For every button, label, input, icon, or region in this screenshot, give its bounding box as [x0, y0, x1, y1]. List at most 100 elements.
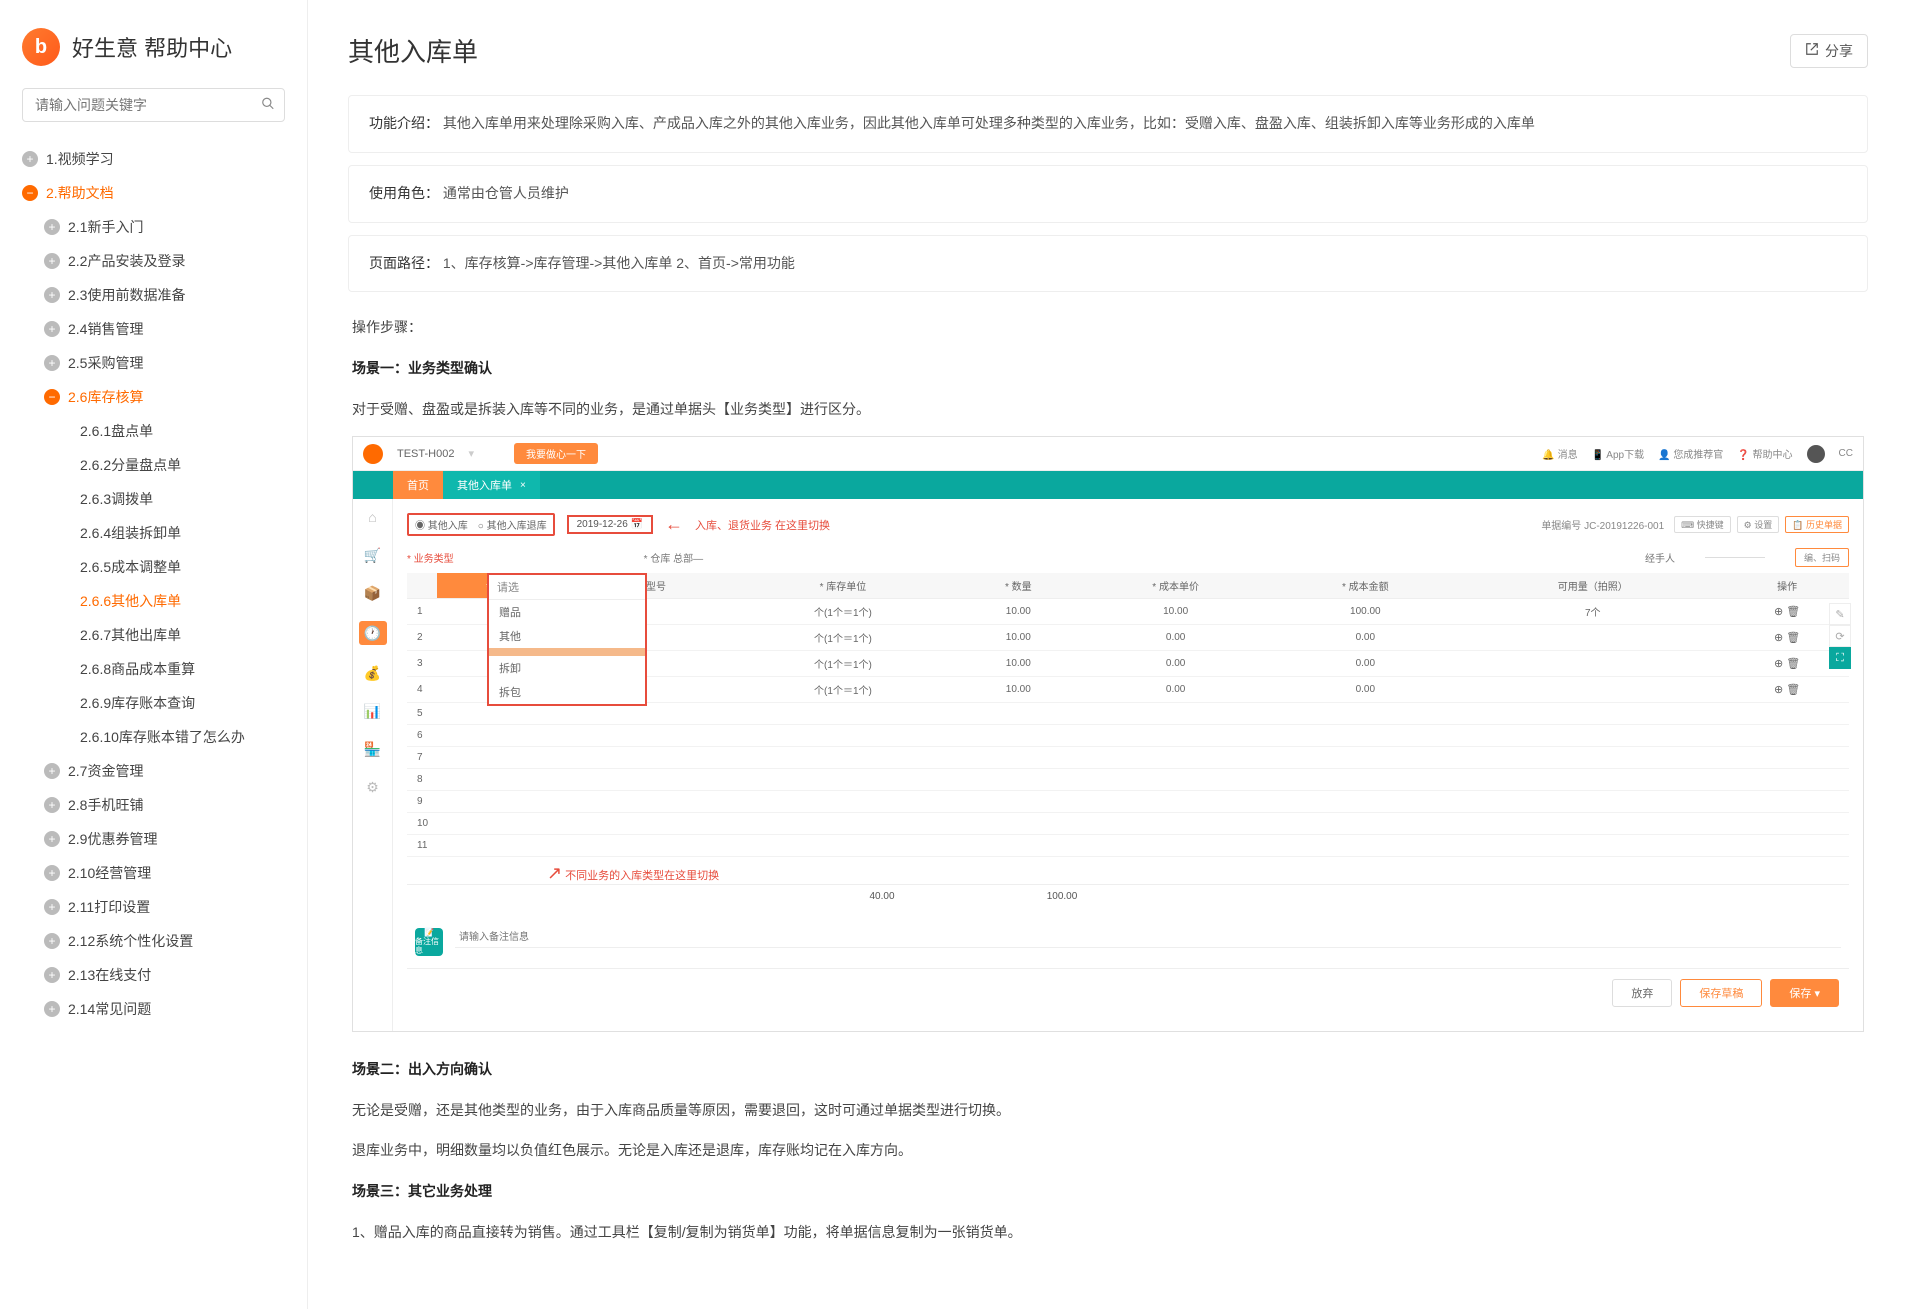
ss-rail: ⌂ 🛒 📦 🕐 💰 📊 🏪 ⚙ — [353, 499, 393, 1031]
shop-icon: 🏪 — [363, 739, 383, 759]
nav-2-6-9[interactable]: 2.6.9库存账本查询 — [22, 686, 285, 720]
chart-icon: 📊 — [363, 701, 383, 721]
table-row: 8 — [407, 769, 1849, 791]
nav-2-6-5[interactable]: 2.6.5成本调整单 — [22, 550, 285, 584]
share-button[interactable]: 分享 — [1790, 34, 1868, 68]
scene1-title: 场景一：业务类型确认 — [352, 360, 492, 376]
plus-icon: + — [44, 933, 60, 949]
dd-opt-5: 拆包 — [489, 680, 645, 704]
nav-2-6[interactable]: −2.6库存核算 — [22, 380, 285, 414]
ss-memo: 📝备注信息 — [407, 916, 1849, 968]
intro-text: 其他入库单用来处理除采购入库、产成品入库之外的其他入库业务，因此其他入库单可处理… — [443, 115, 1535, 131]
ss-msg: 🔔 消息 — [1542, 446, 1577, 461]
nav-2-10[interactable]: +2.10经营管理 — [22, 856, 285, 890]
clock-icon: 🕐 — [359, 621, 387, 645]
badge-settings: ⚙ 设置 — [1737, 516, 1780, 533]
cart-icon: 🛒 — [363, 545, 383, 565]
steps-label: 操作步骤： — [352, 314, 1864, 341]
logo-text: 好生意 帮助中心 — [72, 31, 232, 63]
th-amount: * 成本金额 — [1270, 573, 1460, 599]
nav-2-1[interactable]: +2.1新手入门 — [22, 210, 285, 244]
plus-icon: + — [44, 287, 60, 303]
role-label: 使用角色： — [369, 185, 439, 201]
ss-annotation-1: 入库、退货业务 在这里切换 — [695, 517, 830, 533]
plus-icon: + — [44, 253, 60, 269]
nav-2-6-3[interactable]: 2.6.3调拨单 — [22, 482, 285, 516]
role-text: 通常由仓管人员维护 — [443, 185, 569, 201]
table-row: 7 — [407, 747, 1849, 769]
plus-icon: + — [44, 219, 60, 235]
ss-annotation-2: ↗ 不同业务的入库类型在这里切换 — [547, 863, 1849, 884]
nav-2-5[interactable]: +2.5采购管理 — [22, 346, 285, 380]
ss-header-row: ◉ 其他入库 ○ 其他入库退库 2019-12-26 📅 ← 入库、退货业务 在… — [407, 507, 1849, 542]
ss-env: TEST-H002 — [397, 448, 454, 460]
ss-totals: 40.00 100.00 — [407, 884, 1849, 908]
table-row: 11 — [407, 835, 1849, 857]
ss-side-tools: ✎ ⟳ ⛶ — [1829, 603, 1851, 669]
nav-2-4[interactable]: +2.4销售管理 — [22, 312, 285, 346]
nav-2-8[interactable]: +2.8手机旺铺 — [22, 788, 285, 822]
ss-type-radios: ◉ 其他入库 ○ 其他入库退库 — [407, 513, 555, 536]
th-price: * 成本单价 — [1081, 573, 1271, 599]
discard-button: 放弃 — [1612, 979, 1672, 1007]
nav-2-6-6[interactable]: 2.6.6其他入库单 — [22, 584, 285, 618]
ss-actions: 放弃 保存草稿 保存 ▾ — [407, 968, 1849, 1017]
nav-2-13[interactable]: +2.13在线支付 — [22, 958, 285, 992]
table-row: 9 — [407, 791, 1849, 813]
plus-icon: + — [44, 967, 60, 983]
page-title: 其他入库单 — [348, 32, 478, 69]
nav-2-9[interactable]: +2.9优惠券管理 — [22, 822, 285, 856]
nav-2-6-2[interactable]: 2.6.2分量盘点单 — [22, 448, 285, 482]
path-label: 页面路径： — [369, 255, 439, 271]
avatar-icon — [1807, 445, 1825, 463]
scene2-line1: 无论是受赠，还是其他类型的业务，由于入库商品质量等原因，需要退回，这时可通过单据… — [352, 1097, 1864, 1124]
scene2-title: 场景二：出入方向确认 — [352, 1061, 492, 1077]
dd-opt-3 — [489, 648, 645, 656]
th-unit: * 库存单位 — [730, 573, 956, 599]
ss-tabs: 首页 其他入库单× — [353, 471, 1863, 499]
plus-icon: + — [44, 797, 60, 813]
role-box: 使用角色： 通常由仓管人员维护 — [348, 165, 1868, 223]
nav-2-6-8[interactable]: 2.6.8商品成本重算 — [22, 652, 285, 686]
nav-2-6-10[interactable]: 2.6.10库存账本错了怎么办 — [22, 720, 285, 754]
nav-video-learning[interactable]: +1.视频学习 — [22, 142, 285, 176]
search-input[interactable] — [22, 88, 285, 122]
nav-help-docs[interactable]: −2.帮助文档 — [22, 176, 285, 210]
nav-2-2[interactable]: +2.2产品安装及登录 — [22, 244, 285, 278]
ss-biz-type-dropdown: 请选 赠品 其他 拆卸 拆包 — [487, 573, 647, 706]
nav-2-6-4[interactable]: 2.6.4组装拆卸单 — [22, 516, 285, 550]
ss-user: CC — [1839, 448, 1853, 459]
ss-date: 2019-12-26 📅 — [567, 515, 653, 534]
nav-2-11[interactable]: +2.11打印设置 — [22, 890, 285, 924]
chevron-down-icon: ▾ — [468, 447, 474, 460]
home-icon: ⌂ — [363, 507, 383, 527]
tool-3: ⛶ — [1829, 647, 1851, 669]
dd-opt-2: 其他 — [489, 624, 645, 648]
path-text: 1、库存核算->库存管理->其他入库单 2、首页->常用功能 — [443, 255, 795, 271]
scene3-title: 场景三：其它业务处理 — [352, 1183, 492, 1199]
plus-icon: + — [44, 321, 60, 337]
sidebar: b 好生意 帮助中心 +1.视频学习 −2.帮助文档 +2.1新手入门 +2.2… — [0, 0, 308, 1309]
nav-2-3[interactable]: +2.3使用前数据准备 — [22, 278, 285, 312]
nav-2-6-7[interactable]: 2.6.7其他出库单 — [22, 618, 285, 652]
nav-2-6-1[interactable]: 2.6.1盘点单 — [22, 414, 285, 448]
wallet-icon: 💰 — [363, 663, 383, 683]
nav-2-14[interactable]: +2.14常见问题 — [22, 992, 285, 1026]
nav-2-7[interactable]: +2.7资金管理 — [22, 754, 285, 788]
minus-icon: − — [22, 185, 38, 201]
dd-opt-1: 赠品 — [489, 600, 645, 624]
plus-icon: + — [44, 899, 60, 915]
ss-table-wrap: 请选 赠品 其他 拆卸 拆包 — [407, 573, 1849, 908]
radio-in: ◉ 其他入库 — [415, 517, 468, 532]
th-qty: * 数量 — [956, 573, 1081, 599]
table-row: 10 — [407, 813, 1849, 835]
plus-icon: + — [44, 865, 60, 881]
scan-hint: 编、扫码 — [1795, 548, 1849, 567]
scene1-text: 对于受赠、盘盈或是拆装入库等不同的业务，是通过单据头【业务类型】进行区分。 — [352, 396, 1864, 423]
path-box: 页面路径： 1、库存核算->库存管理->其他入库单 2、首页->常用功能 — [348, 235, 1868, 293]
nav-2-12[interactable]: +2.12系统个性化设置 — [22, 924, 285, 958]
logo-icon: b — [22, 28, 60, 66]
th-ops: 操作 — [1725, 573, 1849, 599]
memo-icon: 📝备注信息 — [415, 928, 443, 956]
search-icon[interactable] — [261, 97, 275, 114]
